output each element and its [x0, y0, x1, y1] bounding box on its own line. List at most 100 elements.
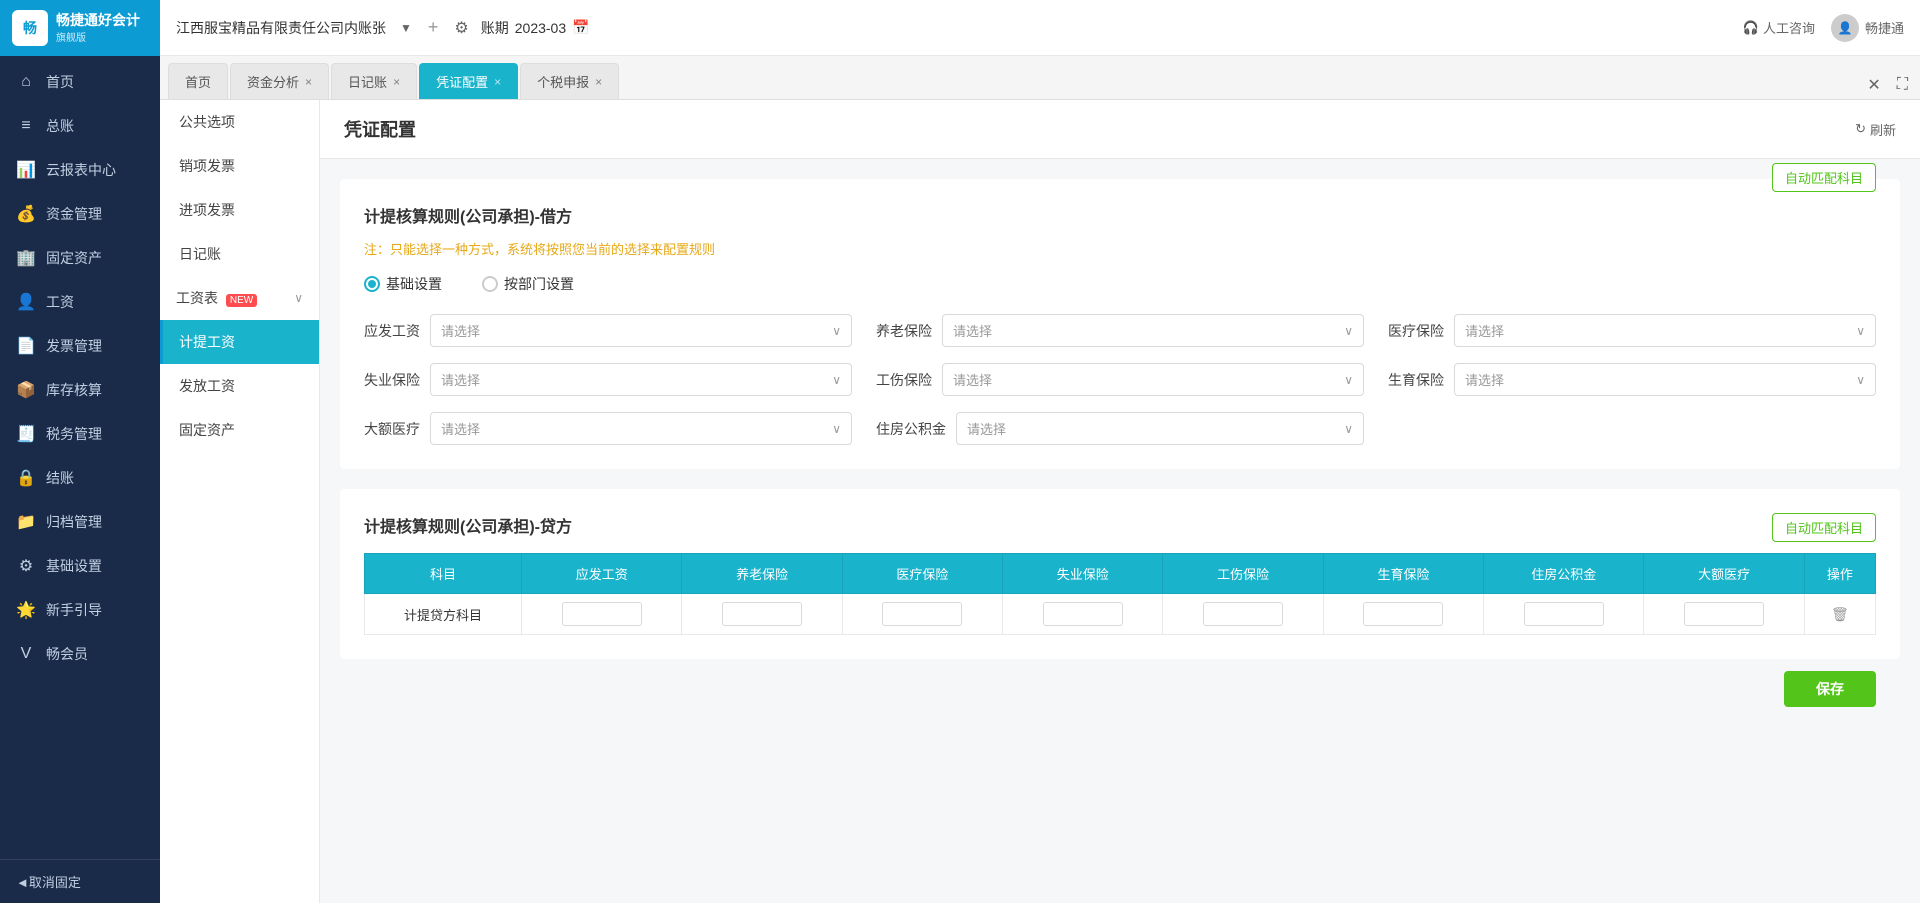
credit-section-title: 计提核算规则(公司承担)-贷方 [364, 513, 1876, 537]
input-ylbx[interactable] [722, 602, 802, 626]
table-row: 计提贷方科目 🗑 [365, 594, 1876, 635]
input-yfgz[interactable] [562, 602, 642, 626]
tab-voucher-config[interactable]: 凭证配置 × [419, 63, 518, 99]
tab-tax-report[interactable]: 个税申报 × [520, 63, 619, 99]
add-company-button[interactable]: + [424, 17, 443, 38]
tab-journal-close-icon[interactable]: × [393, 75, 400, 89]
select-ylbx-placeholder: 请选择 [953, 321, 992, 340]
period-label: 账期 [481, 18, 509, 38]
save-button[interactable]: 保存 [1784, 671, 1876, 707]
refresh-button[interactable]: ↻ 刷新 [1855, 120, 1896, 139]
sidebar-item-inventory[interactable]: 📦 库存核算 [0, 368, 160, 412]
cell-sybx [1003, 594, 1163, 635]
radio-dept-circle [482, 276, 498, 292]
tab-tax-close-icon[interactable]: × [595, 75, 602, 89]
select-zfgjj[interactable]: 请选择 ∨ [956, 412, 1364, 445]
sidebar-item-vip[interactable]: V 畅会员 [0, 632, 160, 676]
select-dely[interactable]: 请选择 ∨ [430, 412, 852, 445]
sidebar-item-cloud-reports[interactable]: 📊 云报表中心 [0, 148, 160, 192]
select-ylbx2-placeholder: 请选择 [1465, 321, 1504, 340]
menu-public[interactable]: 公共选项 [160, 100, 319, 144]
radio-department[interactable]: 按部门设置 [482, 274, 574, 294]
label-yfgz: 应发工资 [364, 321, 420, 341]
service-button[interactable]: 🎧 人工咨询 [1743, 18, 1815, 37]
tab-journal[interactable]: 日记账 × [331, 63, 417, 99]
input-sybx[interactable] [1043, 602, 1123, 626]
input-sybx2[interactable] [1363, 602, 1443, 626]
menu-public-label: 公共选项 [179, 114, 235, 130]
sidebar-item-basic-settings[interactable]: ⚙ 基础设置 [0, 544, 160, 588]
select-ylbx-arrow: ∨ [1344, 324, 1353, 338]
sidebar-item-invoice[interactable]: 📄 发票管理 [0, 324, 160, 368]
sidebar-item-salary[interactable]: 👤 工资 [0, 280, 160, 324]
select-sybx[interactable]: 请选择 ∨ [430, 363, 852, 396]
sidebar-item-fixed-assets[interactable]: 🏢 固定资产 [0, 236, 160, 280]
select-gsbx[interactable]: 请选择 ∨ [942, 363, 1364, 396]
salary-icon: 👤 [16, 292, 36, 312]
form-item-sybx2: 生育保险 请选择 ∨ [1388, 363, 1876, 396]
sidebar-item-general-ledger[interactable]: ≡ 总账 [0, 104, 160, 148]
sidebar-label-invoice: 发票管理 [46, 336, 102, 356]
headset-icon: 🎧 [1743, 20, 1759, 36]
sidebar-item-archive[interactable]: 📁 归档管理 [0, 500, 160, 544]
credit-auto-match-button[interactable]: 自动匹配科目 [1772, 513, 1876, 542]
th-dely: 大额医疗 [1644, 554, 1804, 594]
select-sybx2-arrow: ∨ [1856, 373, 1865, 387]
label-sybx2: 生育保险 [1388, 370, 1444, 390]
tab-journal-label: 日记账 [348, 72, 387, 91]
debit-section-title: 计提核算规则(公司承担)-借方 [364, 203, 1876, 227]
delete-row-button[interactable]: 🗑 [1831, 606, 1849, 622]
menu-salary-table[interactable]: 工资表 NEW ∨ [160, 276, 319, 320]
close-window-button[interactable]: ✕ [1863, 71, 1884, 99]
calendar-icon[interactable]: 📅 [572, 19, 589, 36]
radio-dept-label: 按部门设置 [504, 274, 574, 294]
radio-basic[interactable]: 基础设置 [364, 274, 442, 294]
sidebar-item-beginner[interactable]: 🌟 新手引导 [0, 588, 160, 632]
label-dely: 大额医疗 [364, 419, 420, 439]
sidebar: 畅 畅捷通好会计 旗舰版 ⌂ 首页 ≡ 总账 📊 云报表中心 💰 资金管理 🏢 … [0, 0, 160, 903]
menu-pay-salary[interactable]: 发放工资 [160, 364, 319, 408]
select-sybx2-placeholder: 请选择 [1465, 370, 1504, 389]
menu-journal[interactable]: 日记账 [160, 232, 319, 276]
menu-calculate-salary[interactable]: 计提工资 [160, 320, 319, 364]
sidebar-item-fund-management[interactable]: 💰 资金管理 [0, 192, 160, 236]
debit-section-note: 注：只能选择一种方式，系统将按照您当前的选择来配置规则 [364, 239, 1876, 258]
input-gsbx[interactable] [1203, 602, 1283, 626]
maximize-button[interactable]: ⛶ [1893, 72, 1912, 98]
select-yfgz[interactable]: 请选择 ∨ [430, 314, 852, 347]
input-zfgjj[interactable] [1524, 602, 1604, 626]
menu-calc-label: 计提工资 [179, 334, 235, 350]
cancel-fixed-label: ◄取消固定 [16, 872, 81, 891]
input-ylbx2[interactable] [882, 602, 962, 626]
sidebar-label-home: 首页 [46, 72, 74, 92]
select-sybx2[interactable]: 请选择 ∨ [1454, 363, 1876, 396]
tab-fund-close-icon[interactable]: × [305, 75, 312, 89]
tab-voucher-close-icon[interactable]: × [494, 75, 501, 89]
save-bar: 保存 [340, 659, 1900, 719]
select-ylbx[interactable]: 请选择 ∨ [942, 314, 1364, 347]
menu-sales-invoice[interactable]: 销项发票 [160, 144, 319, 188]
input-dely[interactable] [1684, 602, 1764, 626]
cell-gsbx [1163, 594, 1323, 635]
select-sybx-arrow: ∨ [832, 373, 841, 387]
company-dropdown-icon[interactable]: ▼ [400, 21, 412, 35]
menu-purchase-invoice[interactable]: 进项发票 [160, 188, 319, 232]
period-value: 2023-03 [515, 20, 566, 36]
page-title: 凭证配置 [344, 116, 416, 142]
menu-fixed-assets[interactable]: 固定资产 [160, 408, 319, 452]
sidebar-item-tax[interactable]: 🧾 税务管理 [0, 412, 160, 456]
cell-zfgjj [1484, 594, 1644, 635]
select-yfgz-arrow: ∨ [832, 324, 841, 338]
assets-icon: 🏢 [16, 248, 36, 268]
tab-home[interactable]: 首页 [168, 63, 228, 99]
select-ylbx2[interactable]: 请选择 ∨ [1454, 314, 1876, 347]
tab-fund-analysis[interactable]: 资金分析 × [230, 63, 329, 99]
user-menu[interactable]: 👤 畅捷通 [1831, 14, 1904, 42]
debit-auto-match-button[interactable]: 自动匹配科目 [1772, 163, 1876, 192]
cell-sybx2 [1323, 594, 1483, 635]
tab-home-label: 首页 [185, 72, 211, 91]
settings-button[interactable]: ⚙ [454, 18, 468, 38]
sidebar-item-home[interactable]: ⌂ 首页 [0, 60, 160, 104]
cancel-fixed-button[interactable]: ◄取消固定 [0, 859, 160, 903]
sidebar-item-closing[interactable]: 🔒 结账 [0, 456, 160, 500]
